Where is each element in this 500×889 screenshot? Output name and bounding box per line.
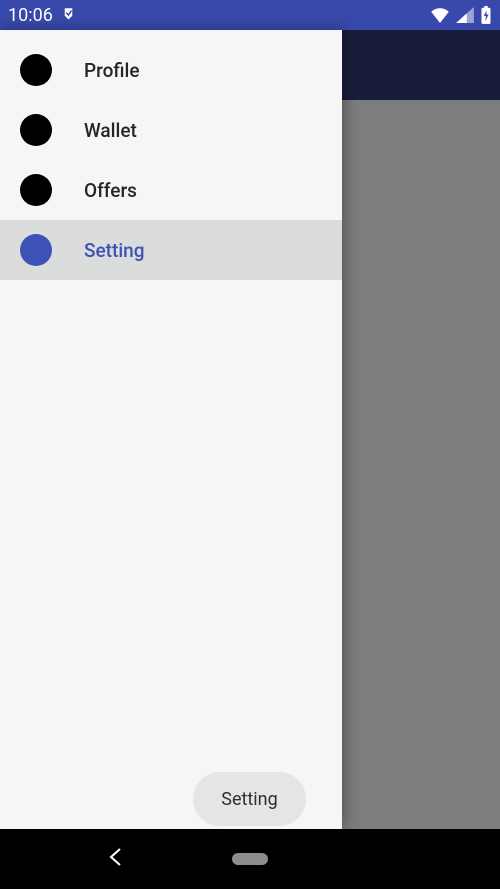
status-left: 10:06 [8, 5, 79, 26]
drawer-item-label: Wallet [84, 119, 137, 142]
android-nav-bar [0, 829, 500, 889]
drawer-item-offers[interactable]: Offers [0, 160, 342, 220]
circle-icon [20, 234, 52, 266]
back-icon[interactable] [106, 847, 126, 871]
drawer-item-label: Profile [84, 59, 140, 82]
toast: Setting [193, 772, 306, 826]
battery-charging-icon [480, 6, 492, 24]
wifi-icon [430, 7, 450, 23]
toast-text: Setting [221, 789, 277, 810]
drawer-item-setting[interactable]: Setting [0, 220, 342, 280]
cellular-icon [456, 7, 474, 23]
status-bar: 10:06 [0, 0, 500, 30]
drawer-item-label: Setting [84, 239, 145, 262]
circle-icon [20, 54, 52, 86]
circle-icon [20, 174, 52, 206]
circle-icon [20, 114, 52, 146]
status-right [430, 6, 492, 24]
status-time: 10:06 [8, 5, 53, 26]
drawer-item-wallet[interactable]: Wallet [0, 100, 342, 160]
home-pill-icon[interactable] [232, 853, 268, 865]
navigation-drawer: Profile Wallet Offers Setting [0, 30, 342, 829]
drawer-item-label: Offers [84, 179, 137, 202]
app-notification-icon [61, 6, 79, 24]
drawer-item-profile[interactable]: Profile [0, 40, 342, 100]
